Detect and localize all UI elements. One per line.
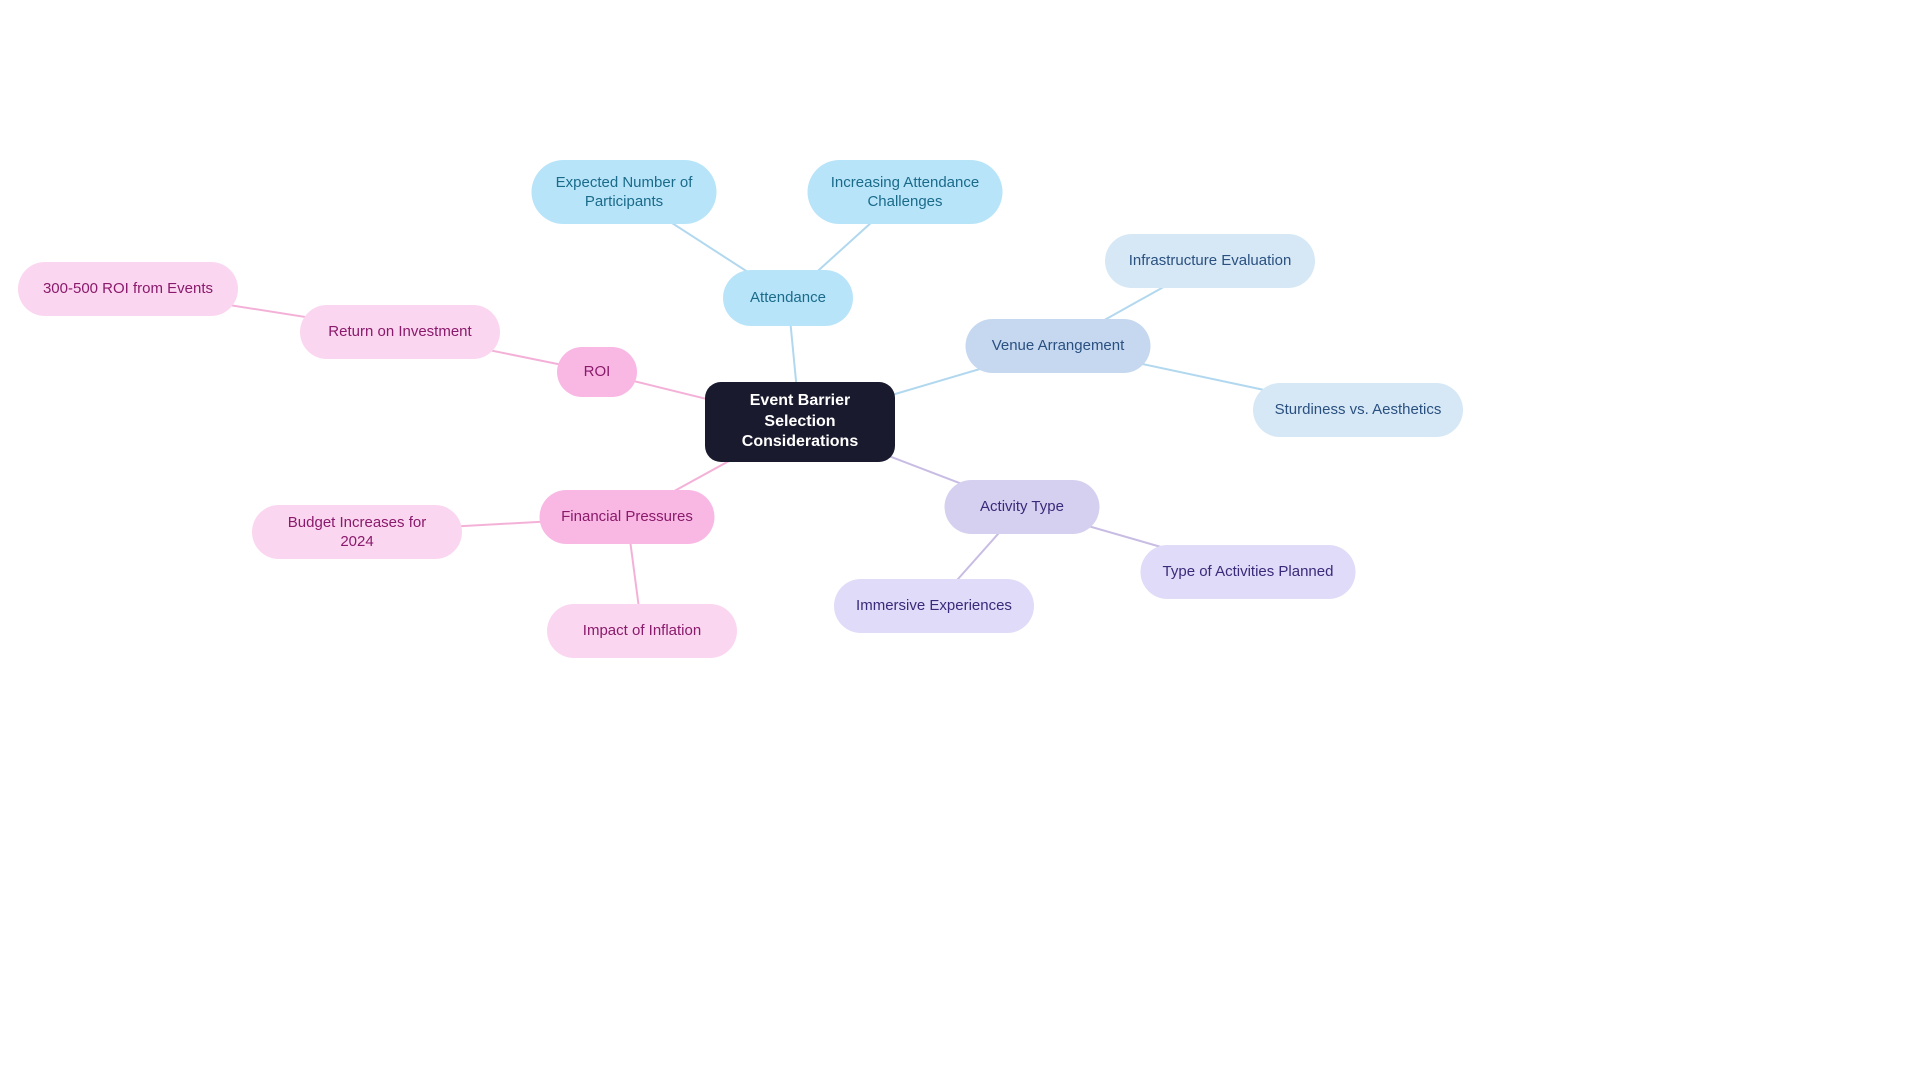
impact-of-inflation-node[interactable]: Impact of Inflation — [547, 604, 737, 658]
venue-arrangement-label: Venue Arrangement — [992, 336, 1125, 356]
infrastructure-eval-label: Infrastructure Evaluation — [1129, 251, 1292, 271]
return-on-investment-node[interactable]: Return on Investment — [300, 305, 500, 359]
expected-participants-node[interactable]: Expected Number ofParticipants — [532, 160, 717, 224]
return-on-investment-label: Return on Investment — [328, 322, 471, 342]
immersive-experiences-label: Immersive Experiences — [856, 596, 1012, 616]
impact-of-inflation-label: Impact of Inflation — [583, 621, 701, 641]
infrastructure-eval-node[interactable]: Infrastructure Evaluation — [1105, 234, 1315, 288]
increasing-attendance-label: Increasing AttendanceChallenges — [831, 173, 979, 212]
budget-increases-node[interactable]: Budget Increases for 2024 — [252, 505, 462, 559]
type-of-activities-label: Type of Activities Planned — [1163, 562, 1334, 582]
center-label: Event Barrier Selection Considerations — [725, 391, 875, 453]
roi-300-node[interactable]: 300-500 ROI from Events — [18, 262, 238, 316]
type-of-activities-node[interactable]: Type of Activities Planned — [1141, 545, 1356, 599]
activity-type-node[interactable]: Activity Type — [945, 480, 1100, 534]
center-node[interactable]: Event Barrier Selection Considerations — [705, 382, 895, 462]
budget-increases-label: Budget Increases for 2024 — [272, 513, 442, 552]
sturdiness-label: Sturdiness vs. Aesthetics — [1275, 400, 1442, 420]
activity-type-label: Activity Type — [980, 497, 1064, 517]
attendance-node[interactable]: Attendance — [723, 270, 853, 326]
venue-arrangement-node[interactable]: Venue Arrangement — [966, 319, 1151, 373]
roi-label: ROI — [584, 362, 611, 382]
sturdiness-node[interactable]: Sturdiness vs. Aesthetics — [1253, 383, 1463, 437]
expected-participants-label: Expected Number ofParticipants — [556, 173, 693, 212]
attendance-label: Attendance — [750, 288, 826, 308]
immersive-experiences-node[interactable]: Immersive Experiences — [834, 579, 1034, 633]
roi-node[interactable]: ROI — [557, 347, 637, 397]
increasing-attendance-node[interactable]: Increasing AttendanceChallenges — [808, 160, 1003, 224]
mind-map: Event Barrier Selection Considerations A… — [0, 0, 1920, 1083]
financial-pressures-label: Financial Pressures — [561, 507, 693, 527]
roi-300-label: 300-500 ROI from Events — [43, 279, 213, 299]
financial-pressures-node[interactable]: Financial Pressures — [540, 490, 715, 544]
